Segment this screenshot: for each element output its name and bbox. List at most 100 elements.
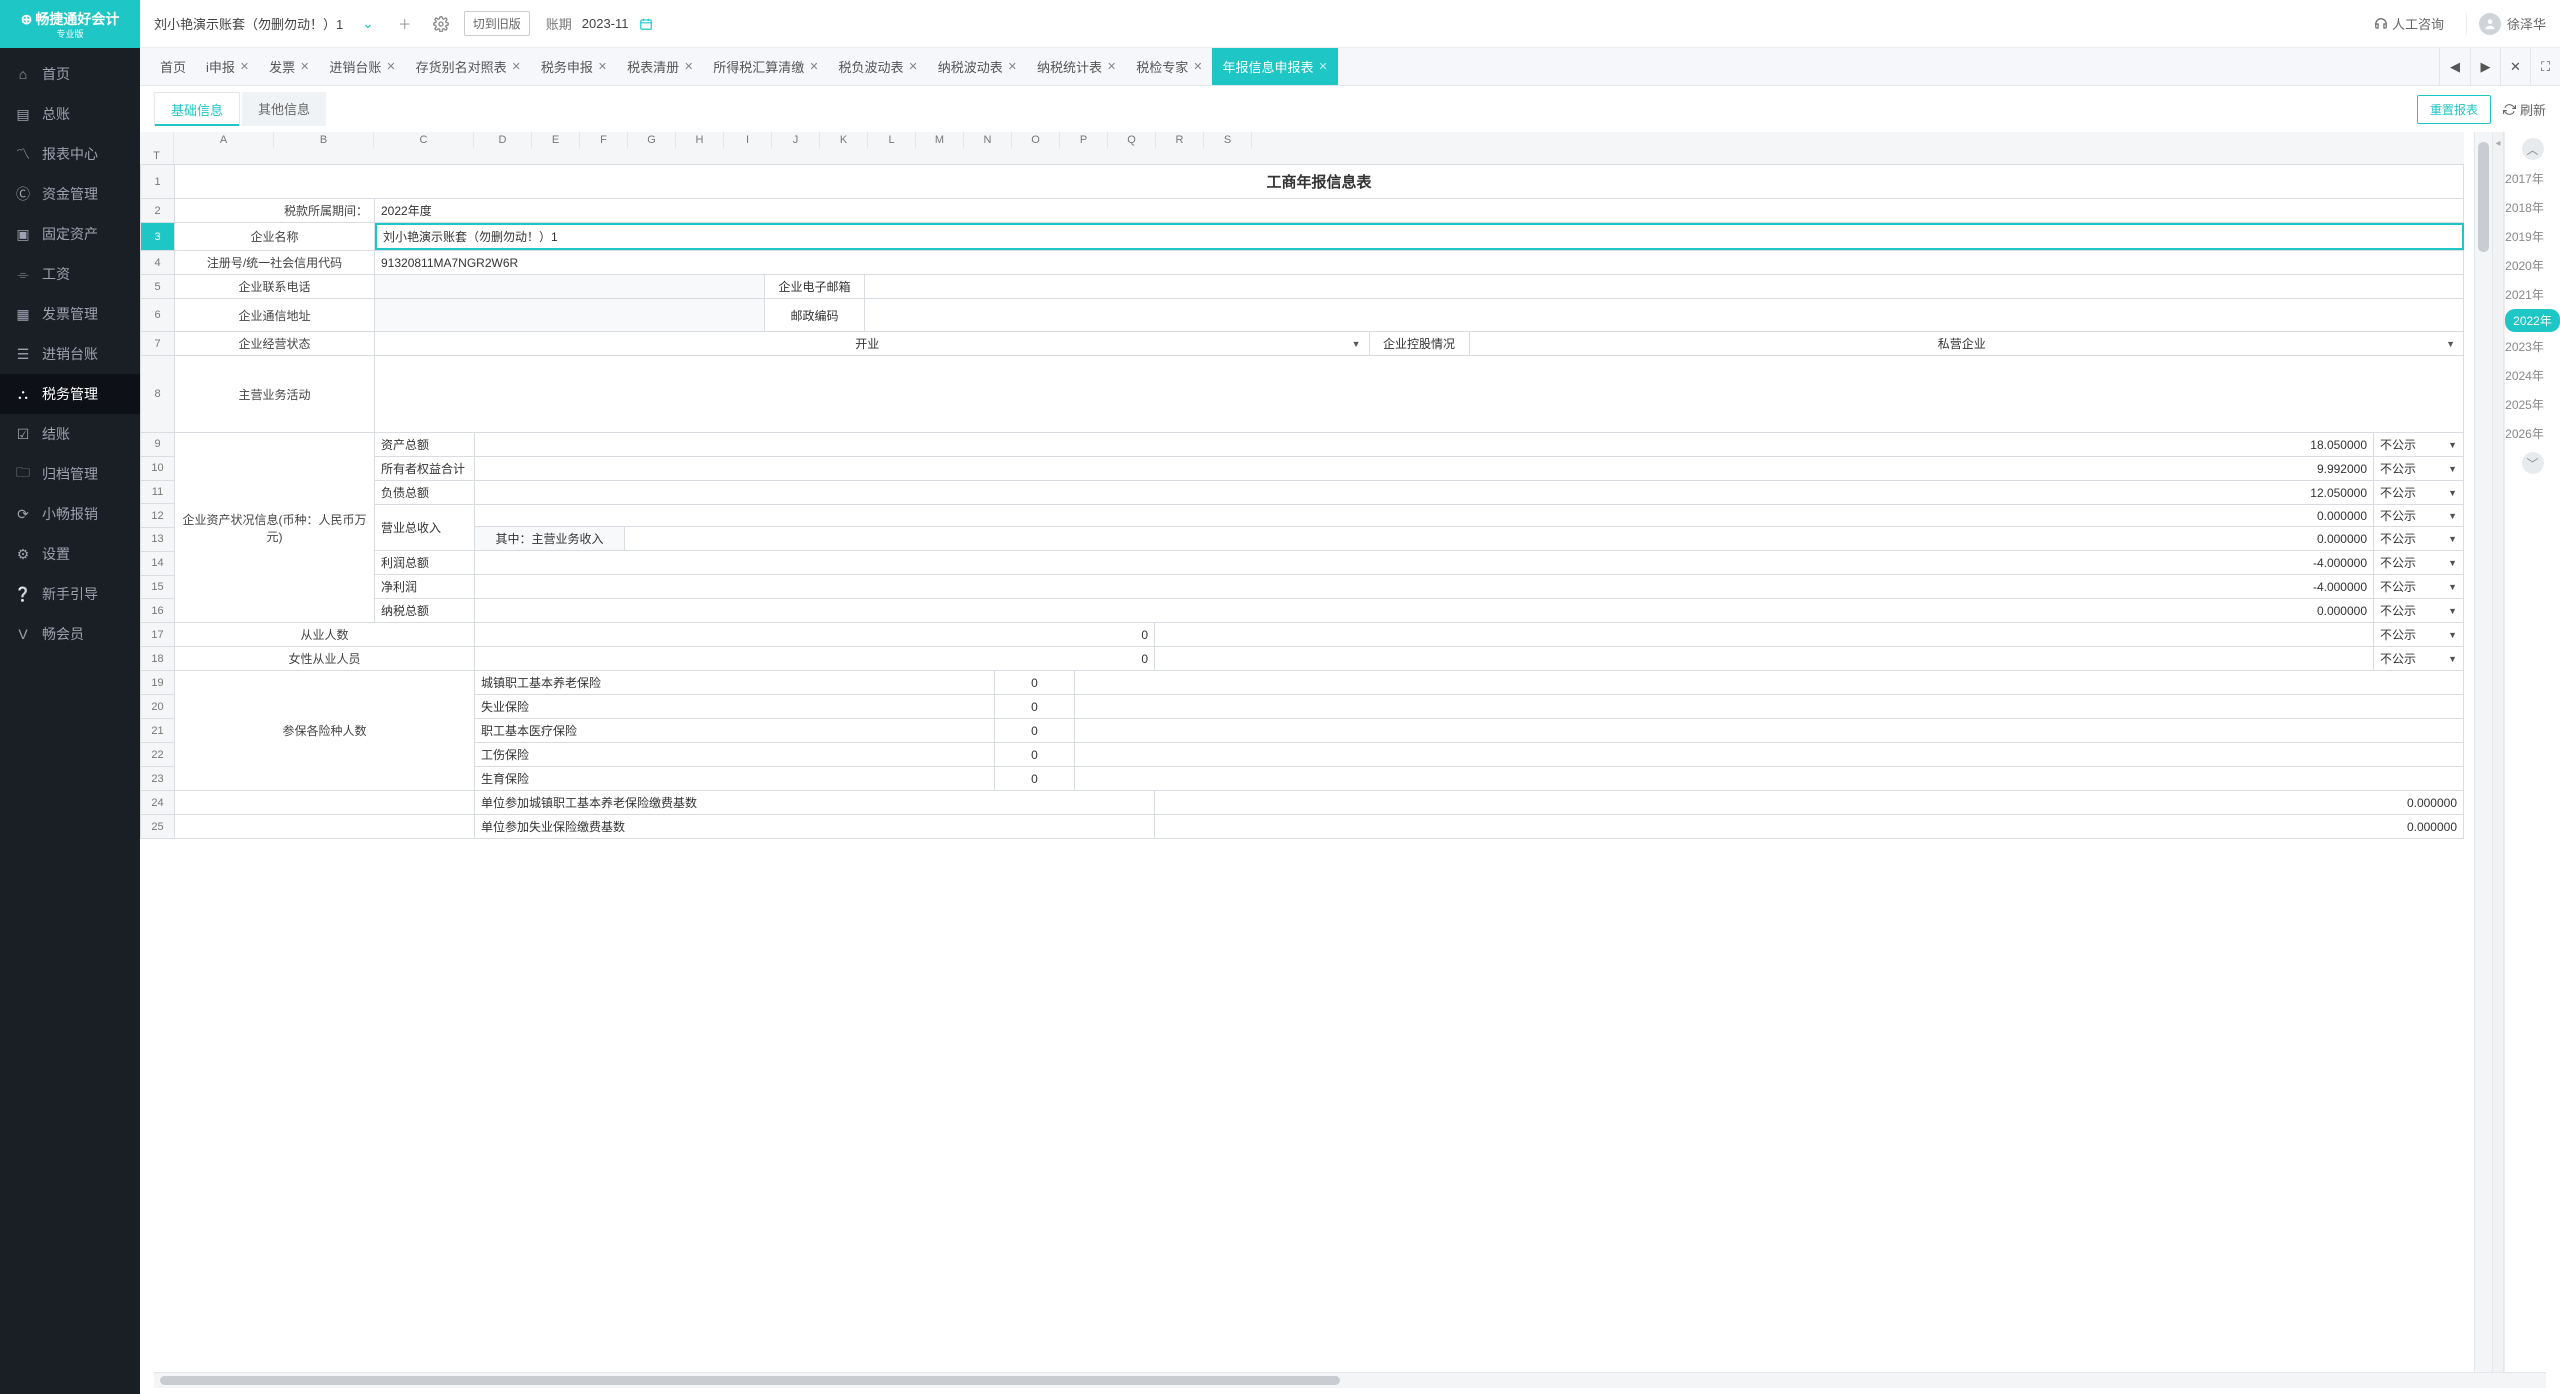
status-select[interactable]: 开业▼ bbox=[375, 332, 1370, 355]
col-header[interactable]: L bbox=[868, 132, 916, 148]
tab[interactable]: i申报✕ bbox=[196, 48, 259, 85]
close-icon[interactable]: ✕ bbox=[809, 60, 818, 73]
year-item[interactable]: 2018年 bbox=[2505, 193, 2560, 222]
year-item[interactable]: 2024年 bbox=[2505, 361, 2560, 390]
col-header[interactable]: I bbox=[724, 132, 772, 148]
female-value[interactable]: 0 bbox=[475, 647, 1155, 670]
tab[interactable]: 税务申报✕ bbox=[531, 48, 617, 85]
tab[interactable]: 纳税波动表✕ bbox=[928, 48, 1027, 85]
subtab[interactable]: 基础信息 bbox=[154, 92, 240, 126]
consult-button[interactable]: 人工咨询 bbox=[2374, 14, 2444, 33]
fin-value[interactable]: -4.000000 bbox=[475, 575, 2374, 598]
add-icon[interactable]: ＋ bbox=[392, 11, 418, 37]
row-header[interactable]: 21 bbox=[141, 719, 175, 743]
row-header[interactable]: 25 bbox=[141, 815, 175, 838]
close-icon[interactable]: ✕ bbox=[684, 60, 693, 73]
ins-value[interactable]: 0 bbox=[995, 695, 1075, 718]
row-header[interactable]: 5 bbox=[141, 275, 175, 298]
fin-pub-select[interactable]: 不公示▼ bbox=[2374, 481, 2464, 504]
tab[interactable]: 存货别名对照表✕ bbox=[406, 48, 531, 85]
collapse-right-icon[interactable]: ◂ bbox=[2492, 132, 2504, 1372]
fin-value[interactable]: 18.050000 bbox=[475, 433, 2374, 456]
user-menu[interactable]: 徐泽华 bbox=[2466, 13, 2546, 35]
tab[interactable]: 税负波动表✕ bbox=[829, 48, 928, 85]
col-header[interactable]: Q bbox=[1108, 132, 1156, 148]
col-header[interactable]: B bbox=[274, 132, 374, 148]
close-icon[interactable]: ✕ bbox=[1318, 60, 1327, 73]
close-icon[interactable]: ✕ bbox=[512, 60, 521, 73]
year-item[interactable]: 2026年 bbox=[2505, 419, 2560, 448]
col-header[interactable]: G bbox=[628, 132, 676, 148]
row-header[interactable]: 19 bbox=[141, 671, 175, 695]
fin-pub-select[interactable]: 不公示▼ bbox=[2374, 433, 2464, 456]
col-header[interactable]: J bbox=[772, 132, 820, 148]
close-icon[interactable]: ✕ bbox=[909, 60, 918, 73]
emp-value[interactable]: 0 bbox=[475, 623, 1155, 646]
row-header[interactable]: 10 bbox=[141, 457, 175, 481]
reg-value[interactable]: 91320811MA7NGR2W6R bbox=[375, 251, 2464, 274]
row-header[interactable]: 2 bbox=[141, 199, 175, 222]
row-header[interactable]: 7 bbox=[141, 332, 175, 355]
row-header[interactable]: 20 bbox=[141, 695, 175, 719]
row-header[interactable]: 4 bbox=[141, 251, 175, 274]
reset-report-button[interactable]: 重置报表 bbox=[2417, 95, 2491, 124]
horizontal-scrollbar[interactable] bbox=[154, 1372, 2546, 1388]
fin-value[interactable]: -4.000000 bbox=[475, 551, 2374, 574]
col-header[interactable]: D bbox=[474, 132, 532, 148]
sidebar-item[interactable]: ▦发票管理 bbox=[0, 294, 140, 334]
sidebar-item[interactable]: Ⓒ资金管理 bbox=[0, 174, 140, 214]
fin-pub-select[interactable]: 不公示▼ bbox=[2374, 551, 2464, 574]
col-header[interactable]: A bbox=[174, 132, 274, 148]
row-header[interactable]: 15 bbox=[141, 576, 175, 600]
sidebar-item[interactable]: ⚙设置 bbox=[0, 534, 140, 574]
sidebar-item[interactable]: ⛬税务管理 bbox=[0, 374, 140, 414]
sidebar-item[interactable]: ❔新手引导 bbox=[0, 574, 140, 614]
refresh-button[interactable]: 刷新 bbox=[2503, 100, 2546, 119]
col-header[interactable]: H bbox=[676, 132, 724, 148]
switch-old-button[interactable]: 切到旧版 bbox=[464, 11, 530, 36]
year-item[interactable]: 2019年 bbox=[2505, 222, 2560, 251]
year-item[interactable]: 2017年 bbox=[2505, 164, 2560, 193]
base-value[interactable]: 0.000000 bbox=[1155, 791, 2464, 814]
tabs-next-icon[interactable]: ▶ bbox=[2470, 48, 2500, 85]
spreadsheet[interactable]: ABCDEFGHIJKLMNOPQRST 1 工商年报信息表 2 税款所属期间：… bbox=[140, 132, 2474, 1372]
activity-input[interactable] bbox=[375, 356, 2464, 432]
fin-value[interactable]: 0.000000 bbox=[475, 505, 2374, 526]
col-header[interactable] bbox=[140, 132, 174, 148]
sidebar-item[interactable]: 🗀归档管理 bbox=[0, 454, 140, 494]
col-header[interactable]: K bbox=[820, 132, 868, 148]
fin-value[interactable]: 9.992000 bbox=[475, 457, 2374, 480]
row-header[interactable]: 18 bbox=[141, 647, 175, 670]
tab[interactable]: 所得税汇算清缴✕ bbox=[703, 48, 828, 85]
row-header[interactable]: 3 bbox=[141, 223, 175, 250]
col-header[interactable]: M bbox=[916, 132, 964, 148]
fin-pub-select[interactable]: 不公示▼ bbox=[2374, 575, 2464, 598]
col-header[interactable]: R bbox=[1156, 132, 1204, 148]
year-item[interactable]: 2022年 bbox=[2505, 309, 2560, 332]
tab[interactable]: 年报信息申报表✕ bbox=[1212, 48, 1337, 85]
subtab[interactable]: 其他信息 bbox=[242, 92, 326, 126]
close-icon[interactable]: ✕ bbox=[1107, 60, 1116, 73]
email-input[interactable] bbox=[865, 275, 2464, 298]
row-header[interactable]: 11 bbox=[141, 481, 175, 505]
row-header[interactable]: 16 bbox=[141, 599, 175, 623]
sidebar-item[interactable]: ⌯工资 bbox=[0, 254, 140, 294]
fin-value[interactable]: 12.050000 bbox=[475, 481, 2374, 504]
sidebar-item[interactable]: ▣固定资产 bbox=[0, 214, 140, 254]
addr-input[interactable] bbox=[375, 299, 765, 331]
company-input[interactable]: 刘小艳演示账套（勿删勿动！）1 bbox=[375, 223, 2464, 250]
col-header[interactable]: O bbox=[1012, 132, 1060, 148]
emp-pub-select[interactable]: 不公示▼ bbox=[2374, 623, 2464, 646]
col-header[interactable]: P bbox=[1060, 132, 1108, 148]
tab[interactable]: 发票✕ bbox=[259, 48, 319, 85]
row-header[interactable]: 23 bbox=[141, 767, 175, 791]
close-icon[interactable]: ✕ bbox=[1008, 60, 1017, 73]
base-value[interactable]: 0.000000 bbox=[1155, 815, 2464, 838]
row-header[interactable]: 6 bbox=[141, 299, 175, 331]
ins-value[interactable]: 0 bbox=[995, 743, 1075, 766]
tab[interactable]: 纳税统计表✕ bbox=[1027, 48, 1126, 85]
close-icon[interactable]: ✕ bbox=[1193, 60, 1202, 73]
fin-pub-select[interactable]: 不公示▼ bbox=[2374, 599, 2464, 622]
row-header[interactable]: 22 bbox=[141, 743, 175, 767]
fin-value[interactable]: 0.000000 bbox=[475, 599, 2374, 622]
